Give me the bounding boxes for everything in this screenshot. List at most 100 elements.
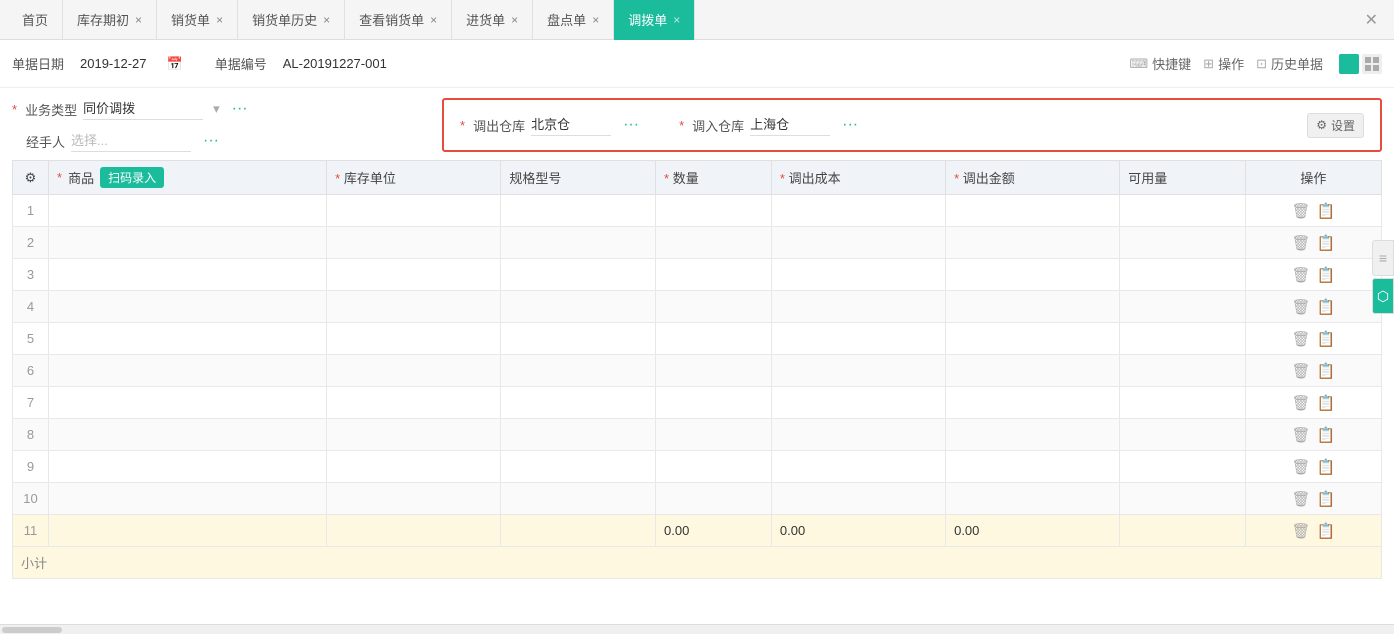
row-spec[interactable] <box>501 291 656 323</box>
row-available[interactable] <box>1120 419 1246 451</box>
copy-row-icon[interactable]: 📋 <box>1317 330 1336 348</box>
row-transfer-cost[interactable] <box>771 451 945 483</box>
delete-row-icon[interactable]: 🗑 <box>1292 266 1311 284</box>
row-transfer-cost[interactable] <box>771 227 945 259</box>
tab-sales-history[interactable]: 销货单历史 × <box>238 0 345 40</box>
row-transfer-cost[interactable] <box>771 195 945 227</box>
copy-row-icon[interactable]: 📋 <box>1317 298 1336 316</box>
window-close-button[interactable]: ✕ <box>1357 10 1386 30</box>
delete-row-icon[interactable]: 🗑 <box>1292 298 1311 316</box>
tab-inventory-init[interactable]: 库存期初 × <box>63 0 157 40</box>
row-product[interactable] <box>49 419 327 451</box>
row-unit[interactable] <box>327 259 501 291</box>
close-icon[interactable]: × <box>673 13 680 27</box>
row-transfer-cost[interactable] <box>771 355 945 387</box>
copy-row-icon[interactable]: 📋 <box>1317 362 1336 380</box>
row-transfer-cost[interactable] <box>771 483 945 515</box>
delete-row-icon[interactable]: 🗑 <box>1292 426 1311 444</box>
delete-row-icon[interactable]: 🗑 <box>1292 394 1311 412</box>
delete-row-icon[interactable]: 🗑 <box>1292 202 1311 220</box>
copy-row-icon[interactable]: 📋 <box>1317 202 1336 220</box>
close-icon[interactable]: × <box>216 13 223 27</box>
row-quantity[interactable] <box>656 323 772 355</box>
row-transfer-cost[interactable] <box>771 387 945 419</box>
row-unit[interactable] <box>327 227 501 259</box>
copy-row-icon[interactable]: 📋 <box>1317 266 1336 284</box>
close-icon[interactable]: × <box>135 13 142 27</box>
row-product[interactable] <box>49 483 327 515</box>
row-quantity[interactable] <box>656 483 772 515</box>
right-list-button[interactable]: ≡ <box>1372 240 1394 276</box>
row-unit[interactable] <box>327 355 501 387</box>
row-spec[interactable] <box>501 259 656 291</box>
row-quantity[interactable] <box>656 355 772 387</box>
gear-icon[interactable]: ⚙ <box>25 170 37 185</box>
row-unit[interactable] <box>327 451 501 483</box>
subtotal-delete-icon[interactable]: 🗑 <box>1292 522 1311 540</box>
transfer-in-more-icon[interactable]: ··· <box>842 116 858 134</box>
close-icon[interactable]: × <box>592 13 599 27</box>
copy-row-icon[interactable]: 📋 <box>1317 394 1336 412</box>
delete-row-icon[interactable]: 🗑 <box>1292 234 1311 252</box>
row-quantity[interactable] <box>656 259 772 291</box>
delete-row-icon[interactable]: 🗑 <box>1292 330 1311 348</box>
close-icon[interactable]: × <box>511 13 518 27</box>
close-icon[interactable]: × <box>323 13 330 27</box>
dropdown-arrow-icon[interactable]: ▾ <box>213 101 220 117</box>
row-quantity[interactable] <box>656 419 772 451</box>
row-transfer-amount[interactable] <box>946 259 1120 291</box>
row-transfer-amount[interactable] <box>946 483 1120 515</box>
scan-button[interactable]: 扫码录入 <box>100 167 164 188</box>
row-transfer-amount[interactable] <box>946 355 1120 387</box>
row-quantity[interactable] <box>656 387 772 419</box>
row-product[interactable] <box>49 227 327 259</box>
row-quantity[interactable] <box>656 451 772 483</box>
transfer-in-value[interactable]: 上海仓 <box>750 114 830 136</box>
settings-button[interactable]: ⚙ 设置 <box>1307 113 1364 138</box>
row-transfer-amount[interactable] <box>946 323 1120 355</box>
row-transfer-cost[interactable] <box>771 259 945 291</box>
row-spec[interactable] <box>501 419 656 451</box>
row-spec[interactable] <box>501 227 656 259</box>
view-toggle-list[interactable] <box>1339 54 1359 74</box>
operator-value[interactable]: 选择... <box>71 130 191 152</box>
row-product[interactable] <box>49 387 327 419</box>
tab-home[interactable]: 首页 <box>8 0 63 40</box>
row-available[interactable] <box>1120 195 1246 227</box>
delete-row-icon[interactable]: 🗑 <box>1292 458 1311 476</box>
row-transfer-cost[interactable] <box>771 419 945 451</box>
row-available[interactable] <box>1120 483 1246 515</box>
operation-action[interactable]: ⊞ 操作 <box>1203 54 1244 73</box>
row-available[interactable] <box>1120 291 1246 323</box>
delete-row-icon[interactable]: 🗑 <box>1292 490 1311 508</box>
row-product[interactable] <box>49 291 327 323</box>
row-product[interactable] <box>49 355 327 387</box>
row-unit[interactable] <box>327 483 501 515</box>
row-available[interactable] <box>1120 259 1246 291</box>
transfer-out-value[interactable]: 北京仓 <box>531 114 611 136</box>
row-unit[interactable] <box>327 323 501 355</box>
copy-row-icon[interactable]: 📋 <box>1317 426 1336 444</box>
row-available[interactable] <box>1120 323 1246 355</box>
row-spec[interactable] <box>501 323 656 355</box>
operator-more-icon[interactable]: ··· <box>203 132 219 150</box>
tab-purchase-order[interactable]: 进货单 × <box>452 0 533 40</box>
row-unit[interactable] <box>327 195 501 227</box>
row-quantity[interactable] <box>656 227 772 259</box>
row-transfer-cost[interactable] <box>771 323 945 355</box>
view-toggle-grid[interactable] <box>1362 54 1382 74</box>
tab-sales-order[interactable]: 销货单 × <box>157 0 238 40</box>
row-transfer-cost[interactable] <box>771 291 945 323</box>
bottom-scrollbar[interactable] <box>0 624 1394 634</box>
row-spec[interactable] <box>501 355 656 387</box>
row-transfer-amount[interactable] <box>946 227 1120 259</box>
row-spec[interactable] <box>501 387 656 419</box>
row-product[interactable] <box>49 323 327 355</box>
row-quantity[interactable] <box>656 291 772 323</box>
tab-inventory-check[interactable]: 盘点单 × <box>533 0 614 40</box>
subtotal-copy-icon[interactable]: 📋 <box>1317 522 1336 540</box>
history-action[interactable]: ⊡ 历史单据 <box>1256 54 1323 73</box>
row-available[interactable] <box>1120 451 1246 483</box>
tab-transfer[interactable]: 调拨单 × <box>614 0 695 40</box>
row-spec[interactable] <box>501 451 656 483</box>
